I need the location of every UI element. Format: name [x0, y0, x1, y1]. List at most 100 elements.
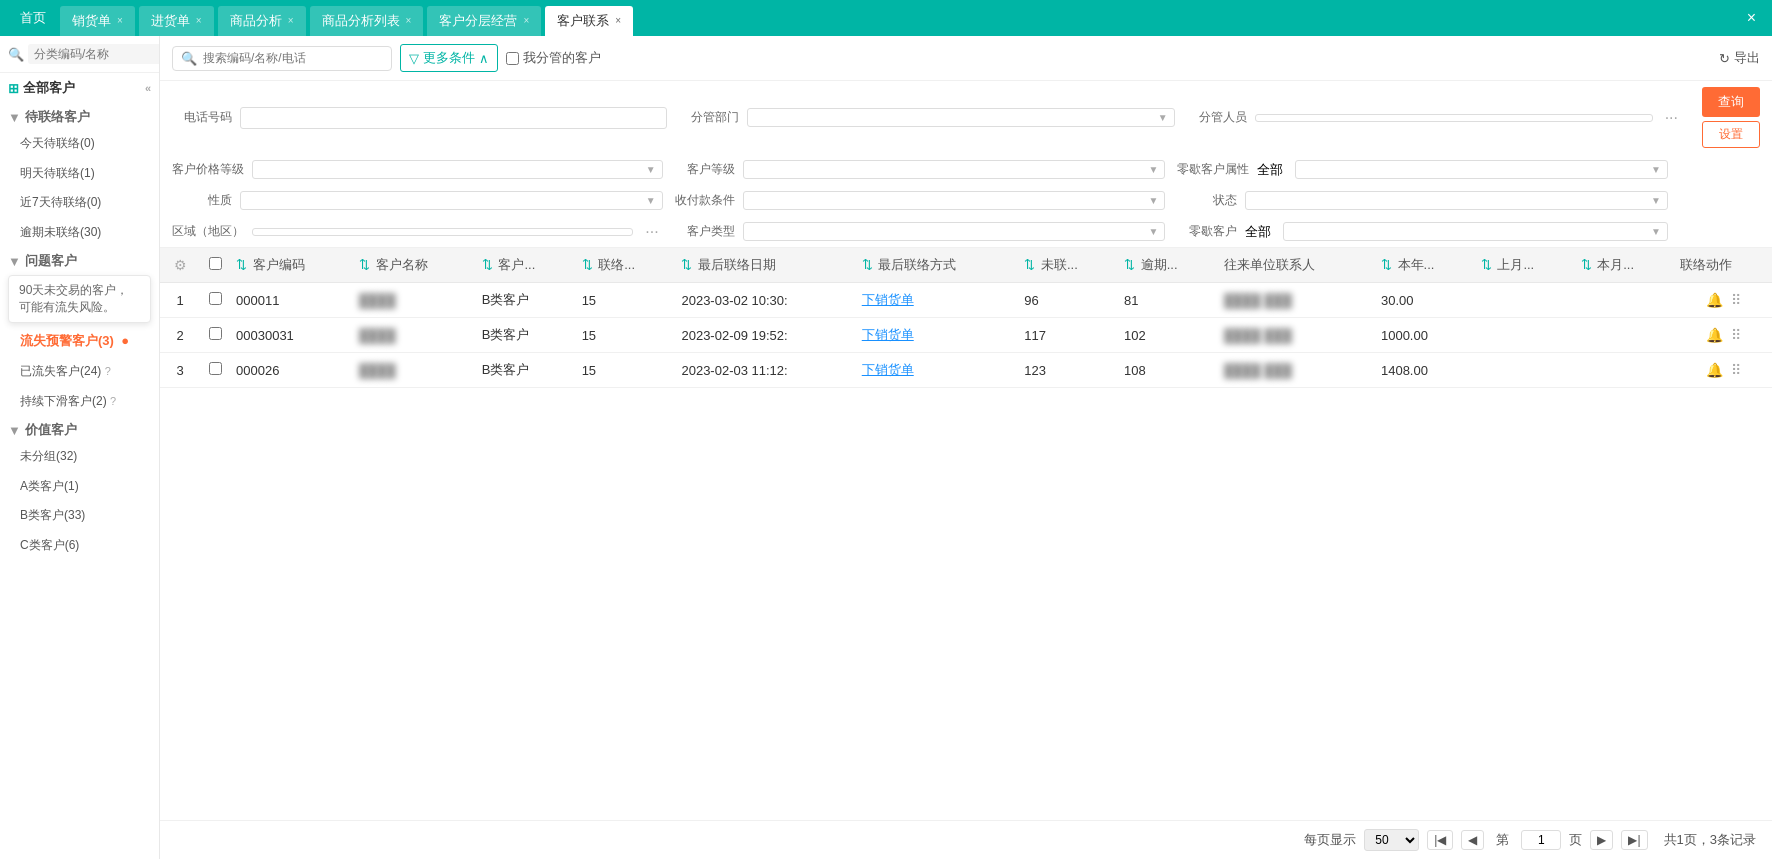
arrow-icon: ▼	[8, 254, 21, 269]
sidebar-item[interactable]: 明天待联络(1)	[0, 159, 159, 189]
tab-close-icon[interactable]: ×	[288, 6, 294, 36]
cell-last-date: 2023-02-09 19:52:	[675, 318, 855, 353]
th-checkbox	[200, 248, 230, 283]
dept-select[interactable]: ▼	[747, 108, 1174, 127]
sidebar-item[interactable]: 已流失客户(24) ?	[0, 357, 159, 387]
grid-icon: ⊞	[8, 81, 19, 96]
zero-customer-field: 零歇客户 全部 ▼	[1177, 222, 1668, 241]
customer-level-select[interactable]: ▼	[743, 160, 1166, 179]
close-all-button[interactable]: ×	[1739, 9, 1764, 27]
zero-customer-select[interactable]: ▼	[1283, 222, 1668, 241]
sidebar-group-0[interactable]: ▼ 待联络客户	[0, 103, 159, 129]
sidebar-item[interactable]: 逾期未联络(30)	[0, 218, 159, 248]
settings-button[interactable]: 设置	[1702, 121, 1760, 148]
cell-num: 1	[160, 283, 200, 318]
tab-close-icon[interactable]: ×	[523, 6, 529, 36]
row-checkbox[interactable]	[209, 327, 222, 340]
row-checkbox[interactable]	[209, 362, 222, 375]
row-checkbox[interactable]	[209, 292, 222, 305]
tab-close-icon[interactable]: ×	[196, 6, 202, 36]
nav-tab-商品分析列表[interactable]: 商品分析列表×	[310, 6, 424, 36]
region-more-dots[interactable]: ···	[641, 223, 662, 241]
sidebar-group-2[interactable]: ▼ 价值客户	[0, 416, 159, 442]
region-field: 区域（地区） ···	[172, 223, 663, 241]
select-all-checkbox[interactable]	[209, 257, 222, 270]
sidebar-item[interactable]: 持续下滑客户(2) ?	[0, 387, 159, 417]
prev-page-button[interactable]: ◀	[1461, 830, 1484, 850]
more-actions-icon[interactable]: ⠿	[1731, 292, 1741, 308]
tab-close-icon[interactable]: ×	[615, 6, 621, 36]
export-button[interactable]: ↻ 导出	[1719, 49, 1760, 67]
page-label: 第	[1496, 831, 1509, 849]
cell-last-month	[1475, 283, 1575, 318]
last-method-link[interactable]: 下销货单	[862, 327, 914, 342]
per-page-select[interactable]: 50 100	[1364, 829, 1419, 851]
message-icon[interactable]: 🔔	[1706, 327, 1723, 343]
phone-field: 电话号码	[172, 107, 667, 129]
zero-attr-label: 零歇客户属性	[1177, 161, 1249, 178]
cell-this-year: 1000.00	[1375, 318, 1475, 353]
nav-tab-进货单[interactable]: 进货单×	[139, 6, 214, 36]
last-method-link[interactable]: 下销货单	[862, 292, 914, 307]
cell-this-month	[1575, 353, 1675, 388]
tab-close-icon[interactable]: ×	[406, 6, 412, 36]
more-conditions-button[interactable]: ▽ 更多条件 ∧	[400, 44, 498, 72]
more-actions-icon[interactable]: ⠿	[1731, 327, 1741, 343]
page-input[interactable]	[1521, 830, 1561, 850]
nav-tab-客户分层经营[interactable]: 客户分层经营×	[427, 6, 541, 36]
manager-select[interactable]	[1255, 114, 1653, 122]
last-method-link[interactable]: 下销货单	[862, 362, 914, 377]
phone-input[interactable]	[240, 107, 667, 129]
column-settings-icon[interactable]: ⚙	[174, 257, 187, 273]
zero-attr-select[interactable]: ▼	[1295, 160, 1668, 179]
sidebar-search-input[interactable]	[28, 44, 160, 64]
nav-tab-销货单[interactable]: 销货单×	[60, 6, 135, 36]
search-input[interactable]	[203, 51, 383, 65]
region-select[interactable]	[252, 228, 633, 236]
home-tab[interactable]: 首页	[8, 0, 58, 36]
last-page-button[interactable]: ▶|	[1621, 830, 1647, 850]
cell-last-method: 下销货单	[856, 283, 1019, 318]
dept-label: 分管部门	[679, 109, 739, 126]
message-icon[interactable]: 🔔	[1706, 362, 1723, 378]
nav-tab-客户联系[interactable]: 客户联系×	[545, 6, 633, 36]
next-page-button[interactable]: ▶	[1590, 830, 1613, 850]
sidebar-item[interactable]: 今天待联络(0)	[0, 129, 159, 159]
unit-contact-blurred: ████ ███	[1224, 363, 1292, 378]
message-icon[interactable]: 🔔	[1706, 292, 1723, 308]
price-level-field: 客户价格等级 ▼	[172, 160, 663, 179]
price-level-select[interactable]: ▼	[252, 160, 663, 179]
region-label: 区域（地区）	[172, 223, 244, 240]
sidebar-item[interactable]: C类客户(6)	[0, 531, 159, 561]
first-page-button[interactable]: |◀	[1427, 830, 1453, 850]
tab-label: 商品分析	[230, 6, 282, 36]
all-customers-header[interactable]: ⊞ 全部客户 «	[0, 73, 159, 103]
chevron-down-icon: ▼	[1148, 226, 1158, 237]
export-label: 导出	[1734, 49, 1760, 67]
payment-select[interactable]: ▼	[743, 191, 1166, 210]
customer-type-select[interactable]: ▼	[743, 222, 1166, 241]
cell-code: 000026	[230, 353, 353, 388]
collapse-icon[interactable]: «	[145, 82, 151, 94]
th-customer-type: ⇅ 客户...	[476, 248, 576, 283]
query-button[interactable]: 查询	[1702, 87, 1760, 117]
sidebar-item[interactable]: B类客户(33)	[0, 501, 159, 531]
status-select[interactable]: ▼	[1245, 191, 1668, 210]
unit-contact-blurred: ████ ███	[1224, 328, 1292, 343]
nav-tab-商品分析[interactable]: 商品分析×	[218, 6, 306, 36]
sidebar-item[interactable]: 未分组(32)	[0, 442, 159, 472]
tab-close-icon[interactable]: ×	[117, 6, 123, 36]
more-actions-icon[interactable]: ⠿	[1731, 362, 1741, 378]
cell-type: B类客户	[476, 353, 576, 388]
cell-unit-contact: ████ ███	[1218, 353, 1375, 388]
sidebar-item[interactable]: A类客户(1)	[0, 472, 159, 502]
gender-select[interactable]: ▼	[240, 191, 663, 210]
sidebar-item[interactable]: 流失预警客户(3) ●	[0, 325, 159, 357]
my-customers-check[interactable]	[506, 52, 519, 65]
cell-last-date: 2023-03-02 10:30:	[675, 283, 855, 318]
more-dots-icon[interactable]: ···	[1661, 109, 1682, 127]
sidebar-item[interactable]: 近7天待联络(0)	[0, 188, 159, 218]
my-customers-checkbox[interactable]: 我分管的客户	[506, 49, 601, 67]
sort-icon: ⇅	[1581, 257, 1592, 272]
sidebar-group-1[interactable]: ▼ 问题客户	[0, 247, 159, 273]
